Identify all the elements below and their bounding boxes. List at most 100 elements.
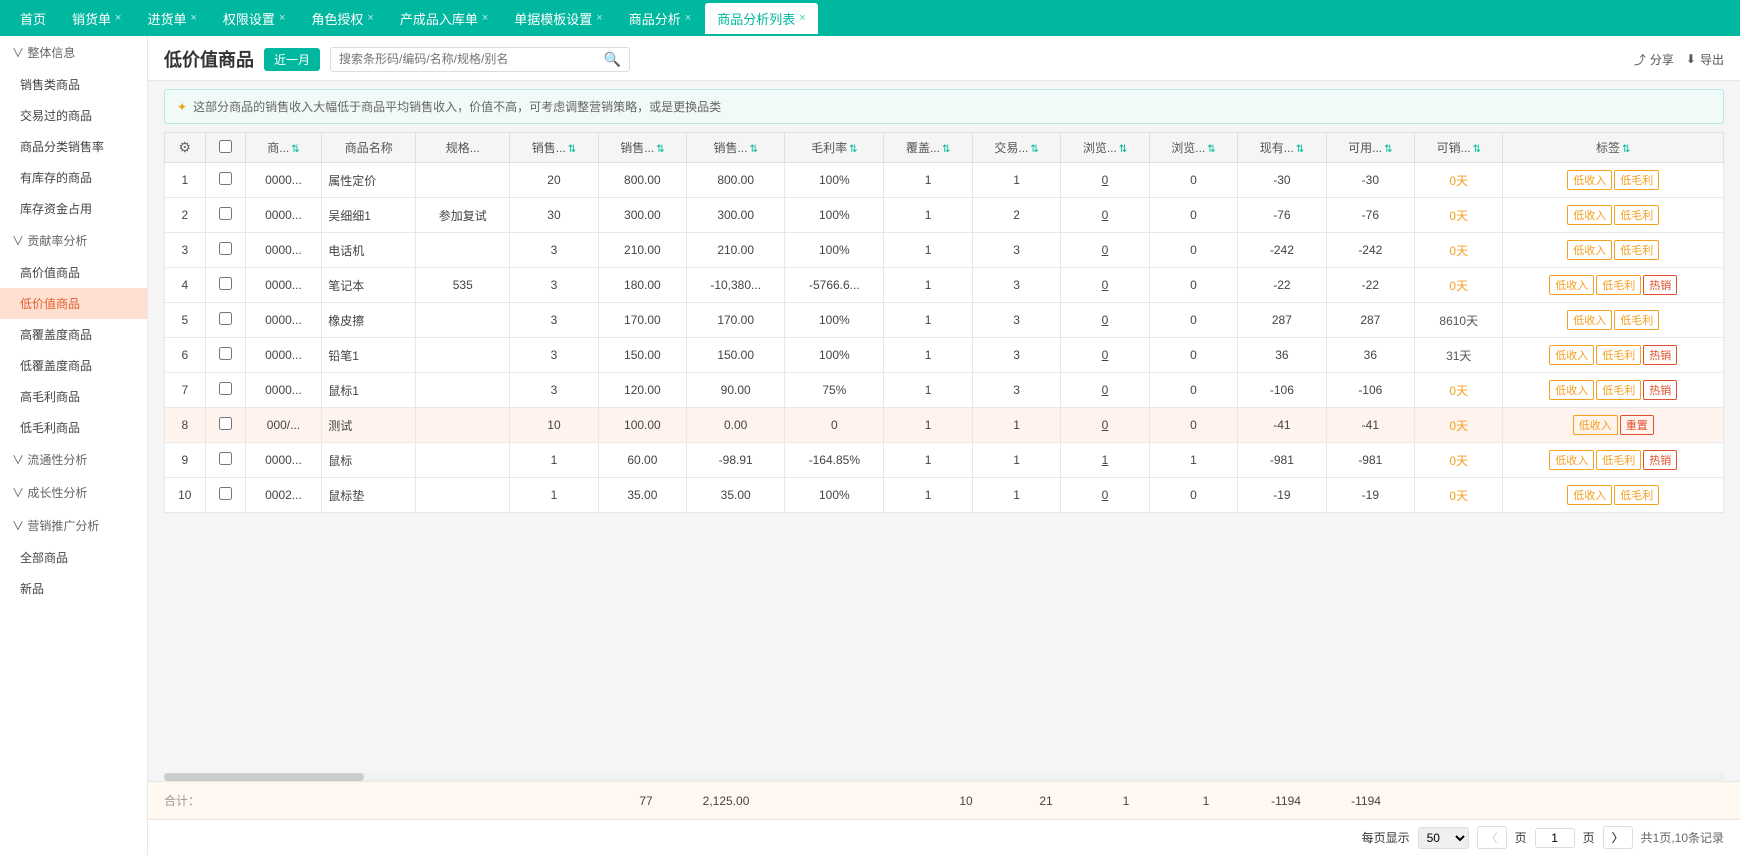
sort-icon-qty[interactable]: ⇅ — [568, 144, 576, 155]
col-header-tags[interactable]: 标签⇅ — [1503, 133, 1724, 163]
row-checkbox[interactable] — [219, 347, 232, 360]
cell-browse1[interactable]: 0 — [1061, 233, 1149, 268]
sidebar-item-新品[interactable]: 新品 — [0, 573, 147, 604]
col-header-sellable[interactable]: 可销...⇅ — [1415, 133, 1503, 163]
per-page-select[interactable]: 50 100 200 — [1418, 827, 1469, 849]
gear-button[interactable]: ⚙ — [179, 139, 192, 156]
cell-checkbox[interactable] — [205, 303, 245, 338]
row-checkbox[interactable] — [219, 487, 232, 500]
col-header-coverage[interactable]: 覆盖...⇅ — [884, 133, 972, 163]
sort-icon-coverage[interactable]: ⇅ — [942, 144, 950, 155]
col-header-name[interactable]: 商品名称 — [322, 133, 416, 163]
sidebar-group-∨ 贡献率分析[interactable]: ∨ 贡献率分析 — [0, 224, 147, 257]
cell-checkbox[interactable] — [205, 478, 245, 513]
sort-icon-browse2[interactable]: ⇅ — [1207, 144, 1215, 155]
sidebar-item-交易过的商品[interactable]: 交易过的商品 — [0, 100, 147, 131]
col-header-browse2[interactable]: 浏览...⇅ — [1149, 133, 1237, 163]
cell-browse1[interactable]: 0 — [1061, 338, 1149, 373]
nav-close-icon[interactable]: × — [482, 12, 488, 24]
cell-checkbox[interactable] — [205, 233, 245, 268]
sidebar-item-低覆盖度商品[interactable]: 低覆盖度商品 — [0, 350, 147, 381]
col-header-sales_amount[interactable]: 销售...⇅ — [598, 133, 686, 163]
nav-item-首页[interactable]: 首页 — [8, 3, 58, 34]
row-checkbox[interactable] — [219, 417, 232, 430]
cell-browse1[interactable]: 0 — [1061, 303, 1149, 338]
select-all-checkbox[interactable] — [219, 140, 232, 153]
row-checkbox[interactable] — [219, 382, 232, 395]
row-checkbox[interactable] — [219, 452, 232, 465]
cell-checkbox[interactable] — [205, 373, 245, 408]
col-header-transaction[interactable]: 交易...⇅ — [972, 133, 1060, 163]
next-page-button[interactable]: 〉 — [1603, 826, 1633, 849]
row-checkbox[interactable] — [219, 172, 232, 185]
sort-icon-sales_amount[interactable]: ⇅ — [656, 144, 664, 155]
nav-close-icon[interactable]: × — [685, 12, 691, 24]
cell-browse1[interactable]: 0 — [1061, 268, 1149, 303]
sidebar-group-∨ 流通性分析[interactable]: ∨ 流通性分析 — [0, 443, 147, 476]
col-header-checkbox[interactable] — [205, 133, 245, 163]
col-header-current_stock[interactable]: 现有...⇅ — [1238, 133, 1326, 163]
sidebar-item-有库存的商品[interactable]: 有库存的商品 — [0, 162, 147, 193]
nav-item-角色授权[interactable]: 角色授权× — [299, 3, 385, 34]
sidebar-item-库存资金占用[interactable]: 库存资金占用 — [0, 193, 147, 224]
cell-checkbox[interactable] — [205, 268, 245, 303]
search-icon[interactable]: 🔍 — [604, 51, 621, 68]
sidebar-item-低价值商品[interactable]: 低价值商品 — [0, 288, 147, 319]
sort-icon-transaction[interactable]: ⇅ — [1030, 144, 1038, 155]
cell-browse1[interactable]: 0 — [1061, 163, 1149, 198]
nav-item-权限设置[interactable]: 权限设置× — [211, 3, 297, 34]
nav-item-商品分析列表[interactable]: 商品分析列表× — [705, 3, 817, 34]
row-checkbox[interactable] — [219, 312, 232, 325]
sidebar-item-商品分类销售率[interactable]: 商品分类销售率 — [0, 131, 147, 162]
nav-item-销货单[interactable]: 销货单× — [60, 3, 133, 34]
col-header-gear[interactable]: ⚙ — [165, 133, 206, 163]
cell-browse1[interactable]: 0 — [1061, 408, 1149, 443]
sort-icon-avg_price[interactable]: ⇅ — [749, 144, 757, 155]
cell-browse1[interactable]: 0 — [1061, 478, 1149, 513]
cell-checkbox[interactable] — [205, 198, 245, 233]
nav-item-单据模板设置[interactable]: 单据模板设置× — [502, 3, 614, 34]
sort-icon-current_stock[interactable]: ⇅ — [1296, 144, 1304, 155]
cell-browse1[interactable]: 0 — [1061, 373, 1149, 408]
sort-icon-sellable[interactable]: ⇅ — [1473, 144, 1481, 155]
cell-checkbox[interactable] — [205, 338, 245, 373]
cell-browse1[interactable]: 0 — [1061, 198, 1149, 233]
sidebar-item-低毛利商品[interactable]: 低毛利商品 — [0, 412, 147, 443]
row-checkbox[interactable] — [219, 277, 232, 290]
nav-item-进货单[interactable]: 进货单× — [135, 3, 208, 34]
cell-checkbox[interactable] — [205, 443, 245, 478]
export-button[interactable]: ⬇ 导出 — [1686, 51, 1724, 68]
sidebar-item-高覆盖度商品[interactable]: 高覆盖度商品 — [0, 319, 147, 350]
sort-icon-tags[interactable]: ⇅ — [1622, 144, 1630, 155]
sidebar-item-高价值商品[interactable]: 高价值商品 — [0, 257, 147, 288]
time-filter-button[interactable]: 近一月 — [264, 48, 320, 71]
col-header-gross_margin[interactable]: 毛利率⇅ — [785, 133, 884, 163]
sort-icon-available[interactable]: ⇅ — [1384, 144, 1392, 155]
sidebar-group-∨ 整体信息[interactable]: ∨ 整体信息 — [0, 36, 147, 69]
prev-page-button[interactable]: 〈 — [1477, 826, 1507, 849]
sidebar-group-∨ 成长性分析[interactable]: ∨ 成长性分析 — [0, 476, 147, 509]
nav-close-icon[interactable]: × — [799, 12, 805, 24]
page-input[interactable] — [1535, 828, 1575, 848]
sidebar-item-销售类商品[interactable]: 销售类商品 — [0, 69, 147, 100]
sort-icon-code[interactable]: ⇅ — [291, 144, 299, 155]
col-header-spec[interactable]: 规格... — [416, 133, 510, 163]
nav-close-icon[interactable]: × — [367, 12, 373, 24]
nav-close-icon[interactable]: × — [596, 12, 602, 24]
nav-close-icon[interactable]: × — [190, 12, 196, 24]
search-input[interactable] — [339, 52, 604, 66]
nav-close-icon[interactable]: × — [279, 12, 285, 24]
sidebar-item-高毛利商品[interactable]: 高毛利商品 — [0, 381, 147, 412]
cell-checkbox[interactable] — [205, 163, 245, 198]
sidebar-group-∨ 营销推广分析[interactable]: ∨ 营销推广分析 — [0, 509, 147, 542]
col-header-browse1[interactable]: 浏览...⇅ — [1061, 133, 1149, 163]
nav-item-商品分析[interactable]: 商品分析× — [617, 3, 703, 34]
share-button[interactable]: ⤴ 分享 — [1634, 51, 1674, 68]
col-header-available[interactable]: 可用...⇅ — [1326, 133, 1414, 163]
col-header-avg_price[interactable]: 销售...⇅ — [687, 133, 785, 163]
row-checkbox[interactable] — [219, 207, 232, 220]
row-checkbox[interactable] — [219, 242, 232, 255]
sort-icon-browse1[interactable]: ⇅ — [1119, 144, 1127, 155]
nav-item-产成品入库单[interactable]: 产成品入库单× — [388, 3, 500, 34]
col-header-code[interactable]: 商...⇅ — [245, 133, 322, 163]
